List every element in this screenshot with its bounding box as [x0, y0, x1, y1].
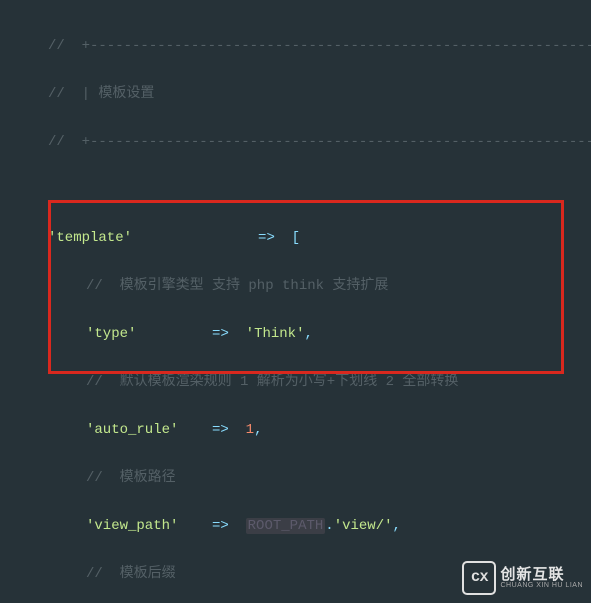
- brand-name-cn: 创新互联: [500, 567, 583, 582]
- comment: // | 模板设置: [48, 86, 154, 102]
- comment: // 模板引擎类型 支持 php think 支持扩展: [86, 278, 388, 294]
- comment: // +------------------------------------…: [48, 38, 591, 54]
- comment: // 模板路径: [86, 470, 176, 486]
- comment: // +------------------------------------…: [48, 134, 591, 150]
- key-template: 'template': [48, 230, 132, 246]
- comment: // 默认模板渲染规则 1 解析为小写+下划线 2 全部转换: [86, 374, 458, 390]
- key-auto-rule: 'auto_rule': [86, 422, 178, 438]
- code-snippet: // +------------------------------------…: [0, 0, 591, 603]
- brand-name-en: CHUANG XIN HU LIAN: [500, 582, 583, 589]
- key-view-path: 'view_path': [86, 518, 178, 534]
- comment: // 模板后缀: [86, 566, 176, 582]
- brand-logo-icon: CX: [462, 561, 496, 595]
- key-type: 'type': [86, 326, 136, 342]
- brand-logo: CX 创新互联 CHUANG XIN HU LIAN: [462, 561, 583, 595]
